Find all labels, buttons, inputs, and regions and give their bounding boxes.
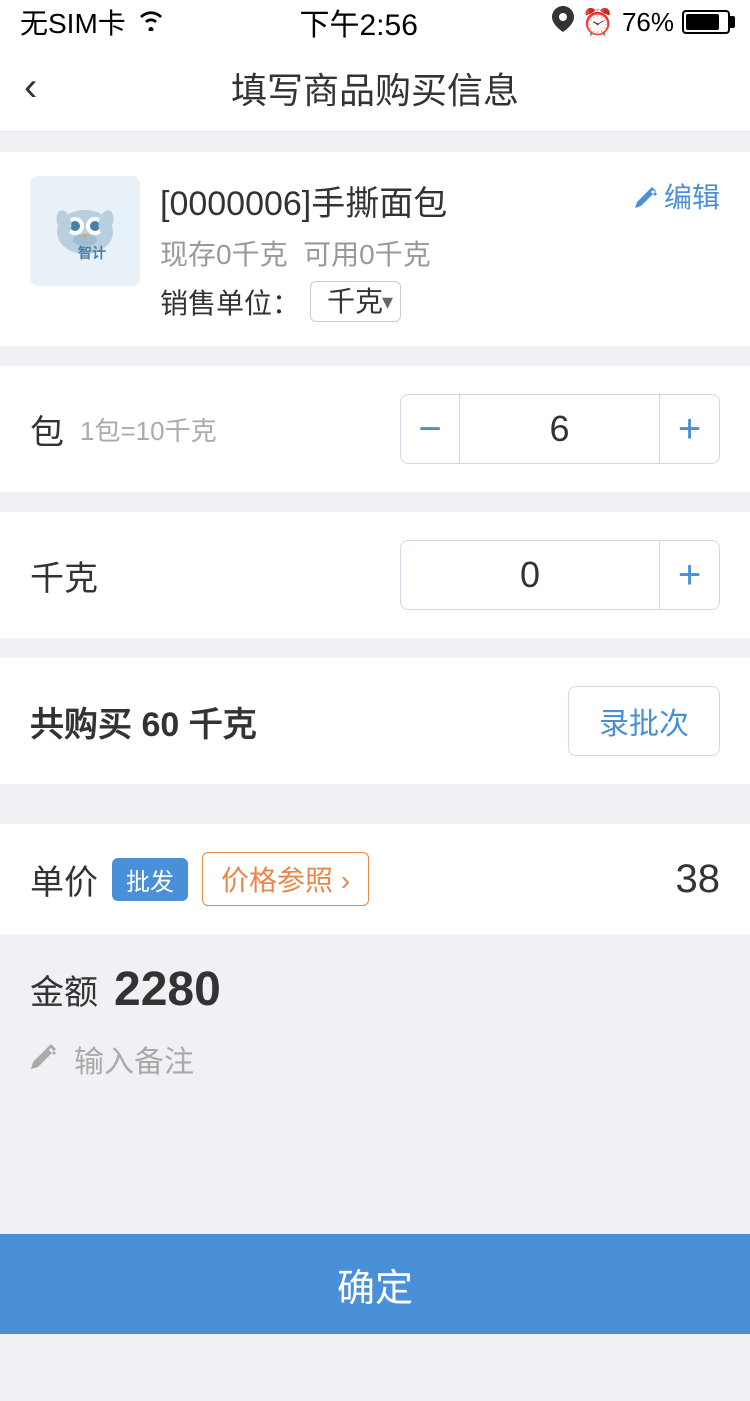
location-icon	[552, 6, 574, 39]
confirm-button[interactable]: 确定	[0, 1234, 750, 1334]
edit-button[interactable]: 编辑	[634, 176, 720, 216]
divider	[0, 784, 750, 804]
unit-select-wrap[interactable]: 千克	[310, 281, 401, 322]
product-thumbnail: 智计	[30, 176, 140, 286]
status-time: 下午2:56	[299, 0, 417, 44]
price-section: 单价 批发 价格参照 › 38	[0, 824, 750, 934]
remark-placeholder[interactable]: 输入备注	[74, 1037, 194, 1081]
battery-percent: 76%	[622, 7, 674, 38]
product-logo-icon: 智计	[50, 192, 120, 270]
price-ref-button[interactable]: 价格参照 ›	[202, 852, 369, 906]
bao-minus-button[interactable]: −	[400, 394, 460, 464]
product-name: [0000006]手撕面包	[160, 176, 447, 225]
product-info: [0000006]手撕面包 编辑 现存0千克 可用0千克 销售单位： 千克	[160, 176, 720, 322]
price-label: 单价	[30, 855, 98, 904]
bao-row: 包 1包=10千克 − +	[30, 366, 720, 492]
price-tag: 批发	[112, 858, 188, 901]
status-right: ⏰ 76%	[552, 6, 730, 39]
unit-select[interactable]: 千克	[310, 281, 401, 322]
price-value: 38	[676, 857, 721, 902]
alarm-icon: ⏰	[582, 7, 614, 38]
svg-text:智计: 智计	[77, 245, 106, 261]
carrier-text: 无SIM卡	[20, 2, 126, 42]
kg-row: 千克 +	[30, 512, 720, 638]
amount-section: 金额 2280 输入备注	[0, 934, 750, 1101]
product-unit: 销售单位： 千克	[160, 281, 720, 322]
kg-qty-control: +	[400, 540, 720, 610]
kg-qty-input[interactable]	[400, 540, 660, 610]
bao-section: 包 1包=10千克 − +	[0, 366, 750, 492]
nav-bar: ‹ 填写商品购买信息	[0, 44, 750, 132]
product-stock: 现存0千克 可用0千克	[160, 233, 720, 273]
batch-button[interactable]: 录批次	[568, 686, 720, 756]
price-left: 单价 批发 价格参照 ›	[30, 852, 369, 906]
amount-row: 金额 2280	[30, 962, 720, 1017]
wifi-icon	[136, 6, 166, 38]
status-bar: 无SIM卡 下午2:56 ⏰ 76%	[0, 0, 750, 44]
kg-plus-button[interactable]: +	[660, 540, 720, 610]
kg-label: 千克	[30, 551, 98, 600]
pencil-icon	[30, 1040, 60, 1078]
product-card: 智计 [0000006]手撕面包 编辑 现存0千克 可用0千克 销售单位： 千克	[0, 152, 750, 346]
battery-icon	[682, 10, 730, 34]
remark-row[interactable]: 输入备注	[30, 1037, 720, 1101]
summary-text: 共购买 60 千克	[30, 697, 257, 746]
amount-value: 2280	[114, 962, 221, 1017]
page-title: 填写商品购买信息	[231, 62, 519, 114]
status-left: 无SIM卡	[20, 2, 166, 42]
bao-qty-control: − +	[400, 394, 720, 464]
summary-section: 共购买 60 千克 录批次	[0, 658, 750, 784]
back-button[interactable]: ‹	[24, 65, 37, 110]
bao-hint: 1包=10千克	[80, 411, 217, 448]
bao-qty-input[interactable]	[460, 394, 660, 464]
kg-section: 千克 +	[0, 512, 750, 638]
bao-plus-button[interactable]: +	[660, 394, 720, 464]
bao-label: 包 1包=10千克	[30, 405, 217, 454]
amount-label: 金额	[30, 965, 98, 1014]
